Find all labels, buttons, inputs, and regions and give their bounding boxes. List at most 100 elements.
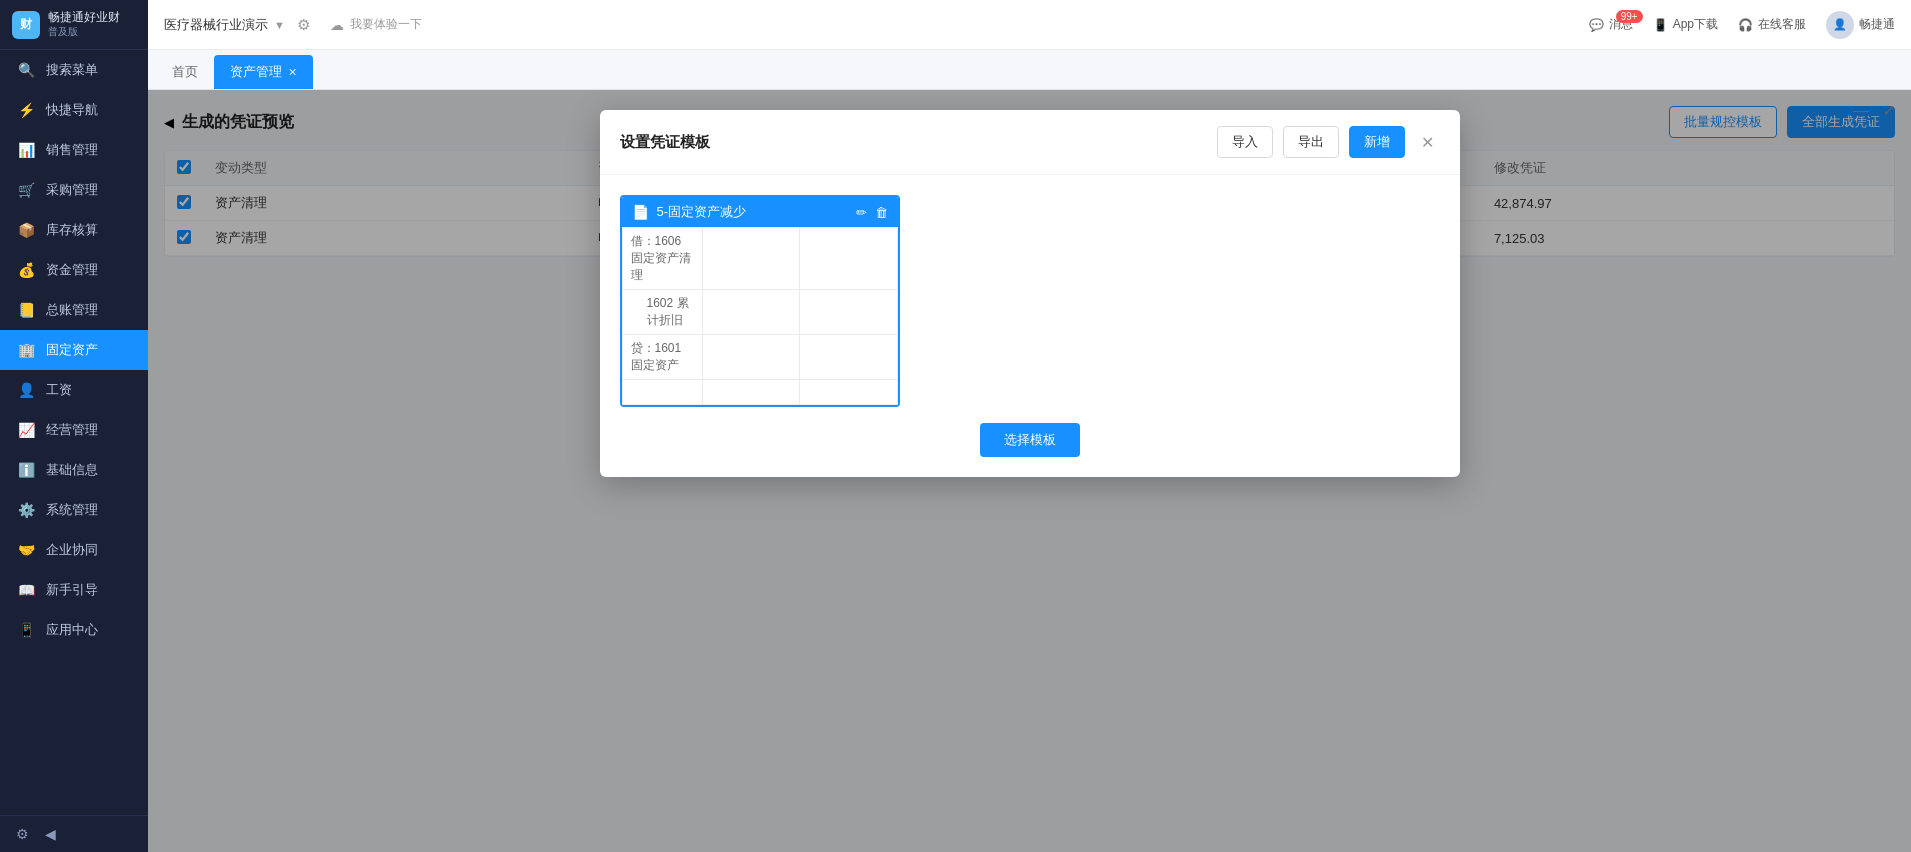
- gear-icon[interactable]: ⚙: [297, 16, 310, 34]
- app-download-button[interactable]: 📱 App下载: [1653, 16, 1718, 33]
- entry-credit-1: [800, 228, 898, 290]
- money-icon: 💰: [16, 262, 36, 278]
- empty-cell-1: [622, 380, 702, 405]
- sidebar-item-label: 总账管理: [46, 301, 98, 319]
- select-template-button[interactable]: 选择模板: [980, 423, 1080, 457]
- sidebar-item-enterprise[interactable]: 🤝 企业协同: [0, 530, 148, 570]
- avatar: 👤: [1826, 11, 1854, 39]
- message-icon: 💬: [1589, 18, 1604, 32]
- sidebar-item-ledger[interactable]: 📒 总账管理: [0, 290, 148, 330]
- template-modal: 设置凭证模板 导入 导出 新增 ✕ 📄 5-固定资产减少: [600, 110, 1460, 477]
- minimize-icon[interactable]: —: [1851, 100, 1871, 122]
- sidebar-item-purchase[interactable]: 🛒 采购管理: [0, 170, 148, 210]
- maximize-icon[interactable]: ⤢: [1881, 100, 1897, 122]
- tab-asset-label: 资产管理: [230, 63, 282, 81]
- template-card-actions: ✏ 🗑: [856, 205, 888, 220]
- sidebar-item-finance[interactable]: 💰 资金管理: [0, 250, 148, 290]
- sidebar-item-label: 工资: [46, 381, 72, 399]
- main-area: 医疗器械行业演示 ▼ ⚙ ☁ 我要体验一下 💬 消息 99+ 📱 App下载 🎧…: [148, 0, 1911, 852]
- ledger-icon: 📒: [16, 302, 36, 318]
- sidebar-item-basic-info[interactable]: ℹ️ 基础信息: [0, 450, 148, 490]
- sidebar-item-operations[interactable]: 📈 经营管理: [0, 410, 148, 450]
- cart-icon: 🛒: [16, 182, 36, 198]
- file-icon: 📄: [632, 204, 649, 220]
- mobile-icon: 📱: [16, 622, 36, 638]
- settings-icon: ⚙️: [16, 502, 36, 518]
- sidebar-item-label: 系统管理: [46, 501, 98, 519]
- sidebar-item-label: 采购管理: [46, 181, 98, 199]
- sidebar-item-payroll[interactable]: 👤 工资: [0, 370, 148, 410]
- edit-icon[interactable]: ✏: [856, 205, 867, 220]
- tab-asset-mgmt[interactable]: 资产管理 ✕: [214, 55, 313, 89]
- modal-header: 设置凭证模板 导入 导出 新增 ✕: [600, 110, 1460, 175]
- entry-row-1: 借：1606 固定资产清理: [622, 228, 897, 290]
- sidebar-item-fixed-assets[interactable]: 🏢 固定资产: [0, 330, 148, 370]
- modal-title: 设置凭证模板: [620, 133, 710, 152]
- book-icon: 📖: [16, 582, 36, 598]
- sidebar-item-label: 企业协同: [46, 541, 98, 559]
- export-button[interactable]: 导出: [1283, 126, 1339, 158]
- sidebar: 财 畅捷通好业财 普及版 🔍 搜索菜单 ⚡ 快捷导航 📊 销售管理 🛒 采购管理…: [0, 0, 148, 852]
- service-icon: 🎧: [1738, 18, 1753, 32]
- template-name: 5-固定资产减少: [657, 203, 747, 221]
- topbar-title: 医疗器械行业演示 ▼: [164, 16, 285, 34]
- entry-debit-1: [702, 228, 800, 290]
- template-card-body: 借：1606 固定资产清理 1602 累计折旧: [622, 227, 898, 405]
- select-template-row: 选择模板: [620, 423, 1440, 457]
- cloud-experience[interactable]: ☁ 我要体验一下: [330, 16, 422, 33]
- app-download-label: App下载: [1673, 16, 1718, 33]
- new-button[interactable]: 新增: [1349, 126, 1405, 158]
- import-button[interactable]: 导入: [1217, 126, 1273, 158]
- search-icon: 🔍: [16, 62, 36, 78]
- dropdown-arrow-icon[interactable]: ▼: [274, 19, 285, 31]
- download-icon: 📱: [1653, 18, 1668, 32]
- message-badge: 99+: [1616, 10, 1643, 23]
- logo-sub: 普及版: [48, 25, 120, 39]
- entry-type-1: 借：1606 固定资产清理: [622, 228, 702, 290]
- message-button[interactable]: 💬 消息 99+: [1589, 16, 1633, 33]
- cloud-icon: ☁: [330, 17, 344, 33]
- logo-icon: 财: [12, 11, 40, 39]
- entry-debit-3: [702, 335, 800, 380]
- sidebar-item-sales[interactable]: 📊 销售管理: [0, 130, 148, 170]
- handshake-icon: 🤝: [16, 542, 36, 558]
- logo-name: 畅捷通好业财: [48, 10, 120, 26]
- sidebar-item-label: 快捷导航: [46, 101, 98, 119]
- sidebar-item-system[interactable]: ⚙️ 系统管理: [0, 490, 148, 530]
- user-label: 畅捷通: [1859, 16, 1895, 33]
- empty-cell-2: [702, 380, 800, 405]
- entry-row-empty: [622, 380, 897, 405]
- entry-credit-2: [800, 290, 898, 335]
- user-button[interactable]: 👤 畅捷通: [1826, 11, 1895, 39]
- page-area: ◀ 生成的凭证预览 批量规控模板 全部生成凭证 变动类型 资产名称 固定资产原: [148, 90, 1911, 852]
- sidebar-footer: ⚙ ◀: [0, 815, 148, 852]
- sidebar-item-search[interactable]: 🔍 搜索菜单: [0, 50, 148, 90]
- sidebar-item-inventory[interactable]: 📦 库存核算: [0, 210, 148, 250]
- sidebar-item-label: 固定资产: [46, 341, 98, 359]
- customer-service-button[interactable]: 🎧 在线客服: [1738, 16, 1806, 33]
- building-icon: 🏢: [16, 342, 36, 358]
- tab-home[interactable]: 首页: [156, 55, 214, 89]
- sidebar-logo: 财 畅捷通好业财 普及版: [0, 0, 148, 50]
- person-icon: 👤: [16, 382, 36, 398]
- trend-icon: 📈: [16, 422, 36, 438]
- template-card-title-row: 📄 5-固定资产减少: [632, 203, 747, 221]
- lightning-icon: ⚡: [16, 102, 36, 118]
- chart-icon: 📊: [16, 142, 36, 158]
- sidebar-item-label: 库存核算: [46, 221, 98, 239]
- close-icon[interactable]: ✕: [1415, 131, 1440, 154]
- company-name: 医疗器械行业演示: [164, 16, 268, 34]
- entry-type-3: 贷：1601 固定资产: [622, 335, 702, 380]
- tab-close-icon[interactable]: ✕: [288, 66, 297, 79]
- topbar-right: 💬 消息 99+ 📱 App下载 🎧 在线客服 👤 畅捷通: [1589, 11, 1895, 39]
- box-icon: 📦: [16, 222, 36, 238]
- collapse-icon[interactable]: ◀: [45, 826, 56, 842]
- settings-footer-icon[interactable]: ⚙: [16, 826, 29, 842]
- sidebar-item-app-center[interactable]: 📱 应用中心: [0, 610, 148, 650]
- cloud-text: 我要体验一下: [350, 16, 422, 33]
- delete-icon[interactable]: 🗑: [875, 205, 888, 220]
- sidebar-item-quick-nav[interactable]: ⚡ 快捷导航: [0, 90, 148, 130]
- entry-row-2: 1602 累计折旧: [622, 290, 897, 335]
- sidebar-item-guide[interactable]: 📖 新手引导: [0, 570, 148, 610]
- template-entries-table: 借：1606 固定资产清理 1602 累计折旧: [622, 227, 898, 405]
